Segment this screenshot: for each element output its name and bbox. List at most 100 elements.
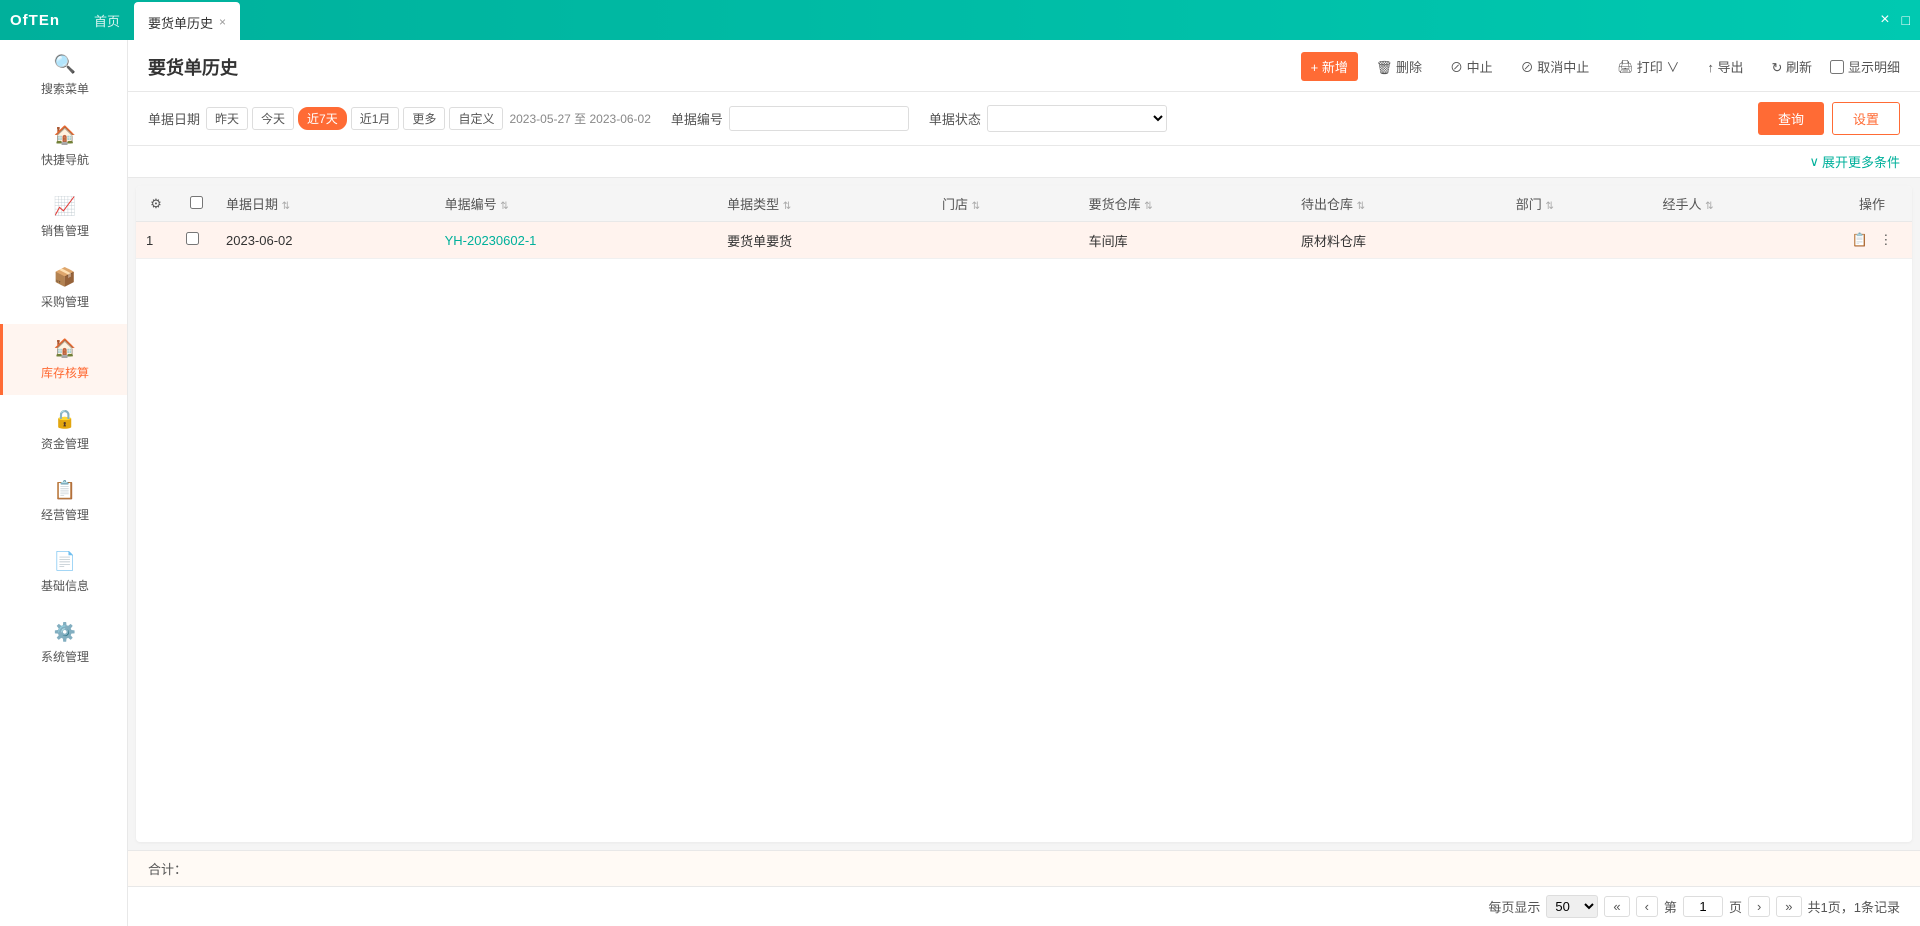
sidebar-item-search-label: 搜索菜单	[41, 80, 89, 97]
row-pending-warehouse: 原材料仓库	[1291, 222, 1506, 259]
quick-nav-icon: 🏠	[54, 125, 76, 146]
last-page-button[interactable]: »	[1776, 896, 1801, 917]
order-no-filter-group: 单据编号	[671, 106, 909, 131]
table-body: 1 2023-06-02 YH-20230602-1 要货单要货 车间库 原材料…	[136, 222, 1912, 259]
tab-home-label: 首页	[94, 11, 120, 30]
cancel-stop-button[interactable]: ⊘ 取消中止	[1511, 52, 1600, 81]
sidebar-item-finance-mgmt[interactable]: 🔒 资金管理	[0, 395, 127, 466]
top-bar: OfTEn 首页 要货单历史 × × □	[0, 0, 1920, 40]
date-btn-more[interactable]: 更多	[403, 107, 445, 130]
show-detail-toggle[interactable]: 显示明细	[1830, 57, 1900, 76]
sidebar-item-purchase-mgmt[interactable]: 📦 采购管理	[0, 253, 127, 324]
th-department: 部门 ⇅	[1506, 186, 1653, 222]
ops-icon: 📋	[54, 480, 76, 501]
data-table: ⚙ 单据日期 ⇅ 单据编号 ⇅ 单据类型	[136, 186, 1912, 259]
sort-store-icon[interactable]: ⇅	[972, 201, 980, 212]
sort-order-no-icon[interactable]: ⇅	[500, 201, 508, 212]
sidebar-item-inventory-label: 库存核算	[41, 364, 89, 381]
th-order-no: 单据编号 ⇅	[435, 186, 718, 222]
settings-button[interactable]: 设置	[1832, 102, 1900, 135]
order-no-link[interactable]: YH-20230602-1	[445, 233, 537, 248]
sidebar-item-system-mgmt[interactable]: ⚙️ 系统管理	[0, 608, 127, 679]
row-edit-button[interactable]: 📋	[1848, 230, 1872, 250]
date-btn-1month[interactable]: 近1月	[351, 107, 400, 130]
sort-date-icon[interactable]: ⇅	[282, 201, 290, 212]
sort-handler-icon[interactable]: ⇅	[1705, 201, 1713, 212]
show-detail-checkbox[interactable]	[1830, 60, 1844, 74]
order-no-label: 单据编号	[671, 109, 723, 128]
next-page-button[interactable]: ›	[1748, 896, 1770, 917]
select-all-checkbox[interactable]	[190, 196, 203, 209]
purchase-icon: 📦	[54, 267, 76, 288]
sort-dept-icon[interactable]: ⇅	[1545, 201, 1553, 212]
status-label: 单据状态	[929, 109, 981, 128]
basic-info-icon: 📄	[54, 551, 76, 572]
page-title: 要货单历史	[148, 54, 238, 80]
date-btn-today[interactable]: 今天	[252, 107, 294, 130]
print-button[interactable]: 🖨 🖨 打印 打印 ∨	[1607, 52, 1689, 81]
export-button[interactable]: ↑ 导出	[1697, 52, 1753, 81]
status-select[interactable]	[987, 105, 1167, 132]
sort-pending-wh-icon[interactable]: ⇅	[1357, 201, 1365, 212]
date-btn-custom[interactable]: 自定义	[449, 107, 503, 130]
window-maximize-icon[interactable]: □	[1902, 12, 1910, 28]
close-tab-icon[interactable]: ×	[219, 15, 226, 29]
expand-more-label: 展开更多条件	[1822, 152, 1900, 171]
sidebar-item-quick-nav[interactable]: 🏠 快捷导航	[0, 111, 127, 182]
sort-req-wh-icon[interactable]: ⇅	[1144, 201, 1152, 212]
refresh-button[interactable]: ↻ 刷新	[1761, 52, 1822, 81]
row-req-warehouse: 车间库	[1079, 222, 1291, 259]
row-num: 1	[136, 222, 176, 259]
delete-button[interactable]: 🗑 删除	[1366, 52, 1432, 81]
table-header: ⚙ 单据日期 ⇅ 单据编号 ⇅ 单据类型	[136, 186, 1912, 222]
date-btn-7days[interactable]: 近7天	[298, 107, 347, 130]
footer-summary: 合计：	[128, 850, 1920, 886]
th-req-warehouse: 要货仓库 ⇅	[1079, 186, 1291, 222]
finance-icon: 🔒	[54, 409, 76, 430]
first-page-button[interactable]: «	[1604, 896, 1629, 917]
filter-row2: ∨ 展开更多条件	[128, 146, 1920, 178]
stop-button[interactable]: ⊘ 中止	[1440, 52, 1503, 81]
th-checkbox	[176, 186, 216, 222]
tab-requisition-label: 要货单历史	[148, 13, 213, 32]
system-icon: ⚙️	[54, 622, 76, 643]
row-checkbox	[176, 222, 216, 259]
sidebar-item-sales-mgmt[interactable]: 📈 销售管理	[0, 182, 127, 253]
page-number-input[interactable]	[1683, 896, 1723, 917]
sidebar-item-inventory[interactable]: 🏠 库存核算	[0, 324, 127, 395]
brand-logo: OfTEn	[10, 12, 60, 29]
window-close-icon[interactable]: ×	[1880, 11, 1889, 29]
print-icon: 🖨	[1617, 59, 1634, 75]
th-ops: 操作	[1832, 186, 1912, 222]
sidebar-item-basic-info[interactable]: 📄 基础信息	[0, 537, 127, 608]
sort-order-type-icon[interactable]: ⇅	[783, 201, 791, 212]
row-select-checkbox[interactable]	[186, 232, 199, 245]
row-order-type: 要货单要货	[717, 222, 932, 259]
order-no-input[interactable]	[729, 106, 909, 131]
main-layout: 🔍 搜索菜单 🏠 快捷导航 📈 销售管理 📦 采购管理 🏠 库存核算 🔒 资金管…	[0, 40, 1920, 926]
expand-more-button[interactable]: ∨ 展开更多条件	[1809, 152, 1900, 171]
th-store: 门店 ⇅	[932, 186, 1079, 222]
sidebar-item-ops-mgmt[interactable]: 📋 经营管理	[0, 466, 127, 537]
summary-label: 合计：	[148, 859, 187, 878]
row-more-button[interactable]: ⋮	[1875, 230, 1896, 250]
sidebar-item-basic-label: 基础信息	[41, 577, 89, 594]
prev-page-button[interactable]: ‹	[1636, 896, 1658, 917]
tab-requisition-history[interactable]: 要货单历史 ×	[134, 2, 240, 42]
row-date: 2023-06-02	[216, 222, 435, 259]
sidebar-item-sales-label: 销售管理	[41, 222, 89, 239]
th-settings[interactable]: ⚙	[136, 186, 176, 222]
tab-home[interactable]: 首页	[80, 0, 134, 40]
new-button[interactable]: + 新增	[1301, 52, 1358, 81]
date-range-display: 2023-05-27 至 2023-06-02	[509, 110, 650, 127]
per-page-label: 每页显示	[1488, 897, 1540, 916]
page-suffix: 页	[1729, 897, 1742, 916]
date-btn-yesterday[interactable]: 昨天	[206, 107, 248, 130]
date-filter-group: 单据日期 昨天 今天 近7天 近1月 更多 自定义 2023-05-27 至 2…	[148, 107, 651, 130]
query-button[interactable]: 查询	[1758, 102, 1824, 135]
expand-more-icon: ∨	[1809, 154, 1819, 170]
sidebar-item-search-menu[interactable]: 🔍 搜索菜单	[0, 40, 127, 111]
per-page-select[interactable]: 50 10 20 100	[1546, 895, 1598, 918]
th-handler: 经手人 ⇅	[1652, 186, 1832, 222]
row-handler	[1652, 222, 1832, 259]
